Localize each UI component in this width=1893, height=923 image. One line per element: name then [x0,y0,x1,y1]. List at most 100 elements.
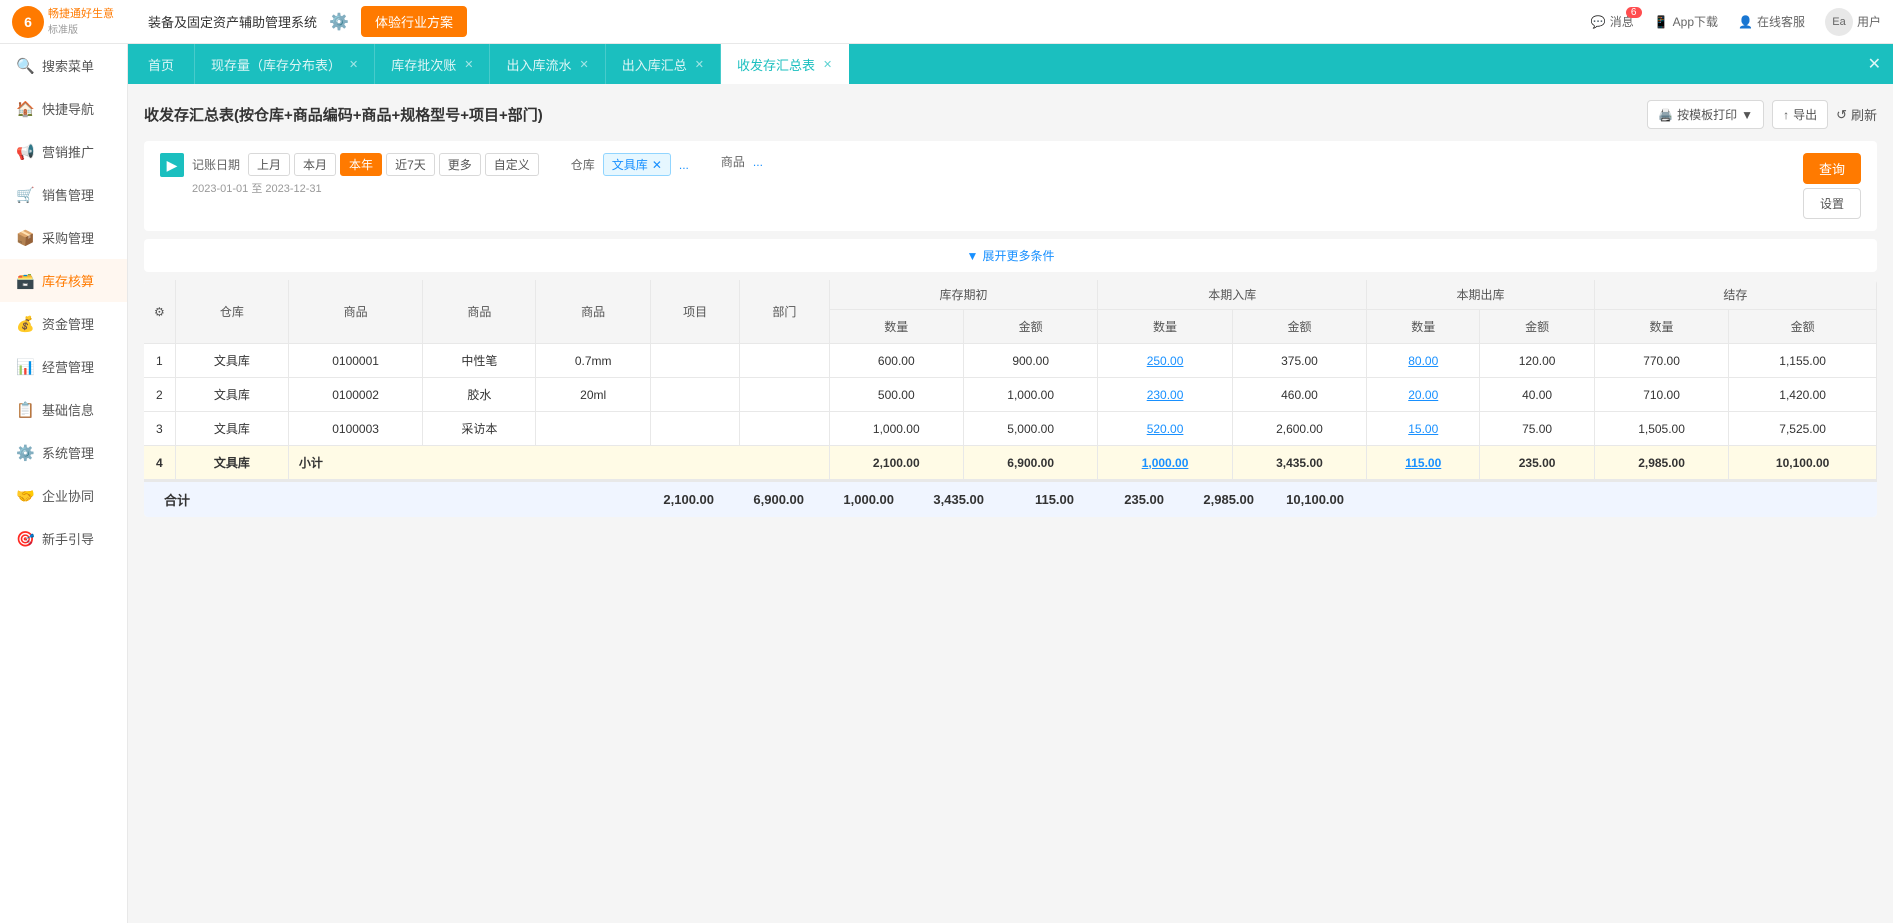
sidebar-item-newbie[interactable]: 🎯 新手引导 [0,517,127,560]
sidebar-item-label: 新手引导 [42,529,94,548]
tab-home[interactable]: 首页 [128,44,195,84]
tab-close-icon[interactable]: ✕ [580,58,589,71]
date-last-month[interactable]: 上月 [248,153,290,176]
col-project-th: 项目 [650,280,739,344]
remove-warehouse-icon[interactable]: ✕ [652,158,662,172]
row-qty-out[interactable]: 15.00 [1367,412,1480,446]
export-btn[interactable]: ↑ 导出 [1772,100,1828,129]
row-amt-bal: 10,100.00 [1729,446,1877,480]
query-btn[interactable]: 查询 [1803,153,1861,184]
row-amt-init: 6,900.00 [963,446,1097,480]
date-this-year[interactable]: 本年 [340,153,382,176]
tab-bar-close-btn[interactable]: ✕ [1856,54,1893,74]
warehouse-tag[interactable]: 文具库 ✕ [603,153,671,176]
tab-inventory-dist[interactable]: 现存量（库存分布表） ✕ [195,44,375,84]
tab-close-icon[interactable]: ✕ [349,58,358,71]
date-more[interactable]: 更多 [439,153,481,176]
date-custom[interactable]: 自定义 [485,153,539,176]
filter-toggle-btn[interactable]: ▶ [160,153,184,177]
sidebar-item-basic[interactable]: 📋 基础信息 [0,388,127,431]
date-7days[interactable]: 近7天 [386,153,435,176]
tab-close-icon[interactable]: ✕ [823,58,832,71]
tab-close-icon[interactable]: ✕ [695,58,704,71]
data-table: ⚙ 仓库 商品 商品 商品 项目 部门 库存期初 本期入库 本期出库 [144,280,1877,517]
tab-summary-inout[interactable]: 出入库汇总 ✕ [606,44,721,84]
row-qty-in[interactable]: 250.00 [1098,344,1232,378]
row-code: 0100003 [288,412,422,446]
row-name: 采访本 [423,412,536,446]
sidebar-item-inventory[interactable]: 🗃️ 库存核算 [0,259,127,302]
app-name: 畅捷通好生意 [48,7,114,21]
row-qty-out[interactable]: 80.00 [1367,344,1480,378]
sidebar-item-operation[interactable]: 📊 经营管理 [0,345,127,388]
footer-qty-in: 1,000.00 [814,492,904,507]
warehouse-more-btn[interactable]: ... [679,158,689,172]
date-buttons: 上月 本月 本年 近7天 更多 自定义 [248,153,539,176]
row-warehouse: 文具库 [175,412,288,446]
tab-receive-summary[interactable]: 收发存汇总表 ✕ [721,44,849,84]
row-qty-in[interactable]: 230.00 [1098,378,1232,412]
row-qty-out[interactable]: 20.00 [1367,378,1480,412]
row-warehouse: 文具库 [175,446,288,480]
col-warehouse-th: 仓库 [175,280,288,344]
tab-label: 收发存汇总表 [737,55,815,74]
app-download-btn[interactable]: 📱 App下载 [1654,13,1718,30]
date-range-display: 2023-01-01 至 2023-12-31 [192,180,539,196]
message-btn[interactable]: 💬 消息 6 [1591,13,1634,30]
sidebar-item-marketing[interactable]: 📢 营销推广 [0,130,127,173]
sidebar-item-quick-nav[interactable]: 🏠 快捷导航 [0,87,127,130]
row-project [650,412,739,446]
footer-label: 合计 [154,490,634,509]
settings-icon-btn[interactable]: ⚙️ [329,12,349,32]
date-this-month[interactable]: 本月 [294,153,336,176]
online-service-btn[interactable]: 👤 在线客服 [1738,13,1805,30]
filter-settings-btn[interactable]: 设置 [1803,188,1861,219]
filter-bar: ▶ 记账日期 上月 本月 本年 近7天 [144,141,1877,231]
row-qty-in[interactable]: 520.00 [1098,412,1232,446]
row-amt-in: 2,600.00 [1232,412,1366,446]
row-project [650,378,739,412]
logo-area: 6 畅捷通好生意 标准版 [12,6,140,38]
refresh-btn[interactable]: ↺ 刷新 [1836,105,1877,124]
sub-amt-bal-th: 金额 [1729,310,1877,344]
sidebar-item-label: 采购管理 [42,228,94,247]
header-actions: 🖨️ 按模板打印 ▼ ↑ 导出 ↺ 刷新 [1647,100,1877,129]
row-qty-bal: 710.00 [1594,378,1728,412]
sidebar-item-finance[interactable]: 💰 资金管理 [0,302,127,345]
sidebar-item-system[interactable]: ⚙️ 系统管理 [0,431,127,474]
print-btn[interactable]: 🖨️ 按模板打印 ▼ [1647,100,1764,129]
tab-close-icon[interactable]: ✕ [464,58,473,71]
table-row: 4 [144,446,175,480]
sidebar-item-label: 快捷导航 [42,99,94,118]
date-filter-label: 记账日期 [192,156,240,173]
sidebar-item-label: 营销推广 [42,142,94,161]
row-amt-out: 120.00 [1480,344,1595,378]
footer-qty-out: 115.00 [994,492,1084,507]
row-spec: 0.7mm [536,344,650,378]
tab-batch[interactable]: 库存批次账 ✕ [375,44,490,84]
print-icon: 🖨️ [1658,108,1673,122]
row-qty-in[interactable]: 1,000.00 [1098,446,1232,480]
sidebar-item-search[interactable]: 🔍 搜索菜单 [0,44,127,87]
user-menu[interactable]: Ea 用户 [1825,8,1881,36]
page-header: 收发存汇总表(按仓库+商品编码+商品+规格型号+项目+部门) 🖨️ 按模板打印 … [144,100,1877,129]
row-code: 0100002 [288,378,422,412]
row-warehouse: 文具库 [175,344,288,378]
sidebar-item-purchase[interactable]: 📦 采购管理 [0,216,127,259]
tab-flow[interactable]: 出入库流水 ✕ [490,44,605,84]
download-icon: 📱 [1654,15,1669,29]
col-settings-th[interactable]: ⚙ [144,280,175,344]
row-qty-out[interactable]: 115.00 [1367,446,1480,480]
product-more-btn[interactable]: ... [753,155,763,169]
sidebar-item-enterprise[interactable]: 🤝 企业协同 [0,474,127,517]
experience-btn[interactable]: 体验行业方案 [361,6,467,37]
user-label: 用户 [1857,13,1881,30]
search-icon: 🔍 [16,57,34,75]
row-qty-bal: 2,985.00 [1594,446,1728,480]
sub-amt-init-th: 金额 [963,310,1097,344]
service-icon: 👤 [1738,15,1753,29]
sidebar-item-sales[interactable]: 🛒 销售管理 [0,173,127,216]
sidebar-menu: 🔍 搜索菜单 🏠 快捷导航 📢 营销推广 🛒 销售管理 📦 采购管 [0,44,127,923]
row-amt-init: 1,000.00 [963,378,1097,412]
expand-more-btn[interactable]: ▼ 展开更多条件 [144,239,1877,272]
